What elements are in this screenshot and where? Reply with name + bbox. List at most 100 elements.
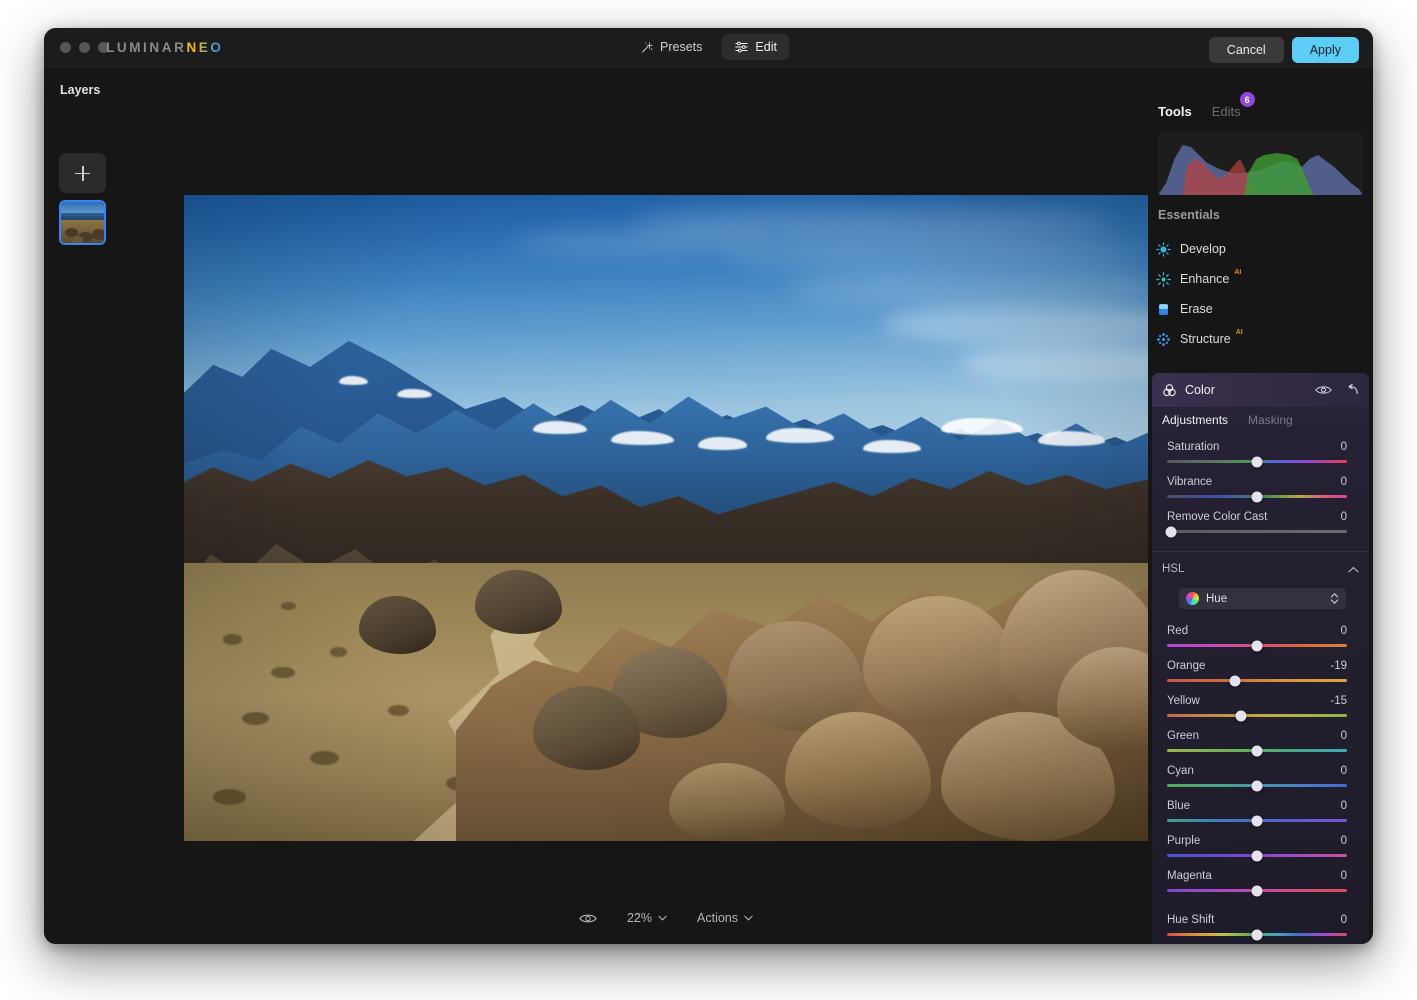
tab-edits-label: Edits [1211,104,1241,119]
slider-label-vibrance: Vibrance [1167,476,1213,488]
slider-value-remove-color-cast: 0 [1340,511,1347,523]
chevron-up-icon[interactable] [1348,566,1359,573]
slider-purple: Purple 0 [1167,835,1347,861]
slider-value-saturation: 0 [1340,441,1347,453]
slider-knob-orange[interactable] [1229,675,1241,686]
slider-knob-green[interactable] [1251,745,1263,756]
add-layer-button[interactable] [59,153,106,193]
zoom-level-dropdown[interactable]: 22% [627,911,667,925]
tool-item-erase[interactable]: Erase [1156,298,1213,320]
plus-icon [75,165,90,181]
slider-knob-remove-color-cast[interactable] [1165,526,1177,537]
eye-icon[interactable] [1315,384,1332,396]
canvas-area [184,68,1154,944]
tab-masking[interactable]: Masking [1248,413,1293,427]
slider-knob-blue[interactable] [1251,815,1263,826]
slider-track-magenta[interactable] [1167,885,1347,896]
layer-thumbnail-0[interactable] [59,200,106,245]
slider-label-purple: Purple [1167,835,1201,847]
slider-track-green[interactable] [1167,745,1347,756]
slider-track-saturation[interactable] [1167,456,1347,467]
color-module-title: Color [1185,383,1215,397]
slider-value-blue: 0 [1340,800,1347,812]
color-module-header: Color [1152,373,1369,407]
essentials-section-label: Essentials [1158,208,1220,222]
sparkle-icon [1156,271,1171,287]
traffic-lights [60,42,109,53]
tool-item-develop[interactable]: Develop [1156,238,1226,260]
preview-toggle-button[interactable] [579,912,597,925]
presets-button[interactable]: Presets [627,34,715,60]
zoom-level-label: 22% [626,911,653,925]
slider-value-red: 0 [1340,625,1347,637]
chevron-down-icon [744,915,753,921]
histogram [1158,133,1363,195]
tools-panel: Tools Edits 6 Essentials Develop Enhance… [1148,68,1373,944]
color-wheel-icon [1186,592,1199,605]
slider-knob-red[interactable] [1251,640,1263,651]
slider-label-red: Red [1167,625,1189,637]
edit-button[interactable]: Edit [721,34,790,60]
slider-track-orange[interactable] [1167,675,1347,686]
bottom-status-bar: 22% Actions [184,892,1148,944]
slider-knob-hue-shift[interactable] [1251,929,1263,940]
slider-knob-purple[interactable] [1251,850,1263,861]
hsl-channel-select[interactable]: Hue [1179,588,1346,609]
slider-knob-magenta[interactable] [1251,885,1263,896]
tool-label-structure: Structure [1180,332,1231,346]
slider-track-vibrance[interactable] [1167,491,1347,502]
slider-saturation: Saturation 0 [1167,441,1347,467]
slider-vibrance: Vibrance 0 [1167,476,1347,502]
tab-edits[interactable]: Edits 6 [1211,92,1255,119]
slider-remove-color-cast: Remove Color Cast 0 [1165,511,1347,537]
slider-green: Green 0 [1167,730,1347,756]
slider-value-cyan: 0 [1340,765,1347,777]
photo-frame[interactable] [184,195,1154,841]
slider-track-yellow[interactable] [1167,710,1347,721]
presets-label: Presets [660,40,703,54]
slider-label-orange: Orange [1167,660,1206,672]
slider-track-cyan[interactable] [1167,780,1347,791]
slider-magenta: Magenta 0 [1167,870,1347,896]
slider-label-hue-shift: Hue Shift [1167,914,1215,926]
reset-arrow-icon[interactable] [1345,383,1359,397]
ai-badge-structure: AI [1235,329,1243,336]
cancel-button[interactable]: Cancel [1208,37,1284,63]
tool-label-erase: Erase [1180,302,1213,316]
slider-knob-vibrance[interactable] [1251,491,1263,502]
tab-adjustments[interactable]: Adjustments [1162,413,1228,427]
slider-value-yellow: -15 [1330,695,1347,707]
slider-knob-saturation[interactable] [1251,456,1263,467]
slider-track-remove-color-cast[interactable] [1165,526,1347,537]
slider-knob-yellow[interactable] [1235,710,1247,721]
hsl-channel-value: Hue [1206,592,1228,605]
close-window-button[interactable] [60,42,71,53]
chevron-updown-icon [1330,593,1339,604]
slider-track-red[interactable] [1167,640,1347,651]
apply-button[interactable]: Apply [1291,37,1359,63]
histogram-green [1244,153,1314,195]
tool-item-structure[interactable]: Structure AI [1156,328,1243,350]
slider-label-yellow: Yellow [1167,695,1200,707]
hsl-label: HSL [1162,563,1185,575]
actions-dropdown[interactable]: Actions [697,911,753,925]
layer-thumbnail-image [61,202,104,243]
slider-knob-cyan[interactable] [1251,780,1263,791]
slider-track-hue-shift[interactable] [1167,929,1347,940]
sun-icon [1156,241,1171,257]
slider-label-cyan: Cyan [1167,765,1194,777]
hsl-section-header[interactable]: HSL [1162,563,1359,575]
tab-tools[interactable]: Tools [1158,104,1192,119]
chevron-down-icon [658,915,667,921]
tool-item-enhance[interactable]: Enhance AI [1156,268,1241,290]
slider-track-purple[interactable] [1167,850,1347,861]
layers-panel: Layers [44,68,184,944]
tool-label-enhance: Enhance [1180,272,1230,286]
minimize-window-button[interactable] [79,42,90,53]
edit-label: Edit [755,40,777,54]
slider-yellow: Yellow -15 [1167,695,1347,721]
color-circles-icon [1163,383,1176,396]
slider-red: Red 0 [1167,625,1347,651]
sliders-icon [735,41,748,53]
slider-track-blue[interactable] [1167,815,1347,826]
